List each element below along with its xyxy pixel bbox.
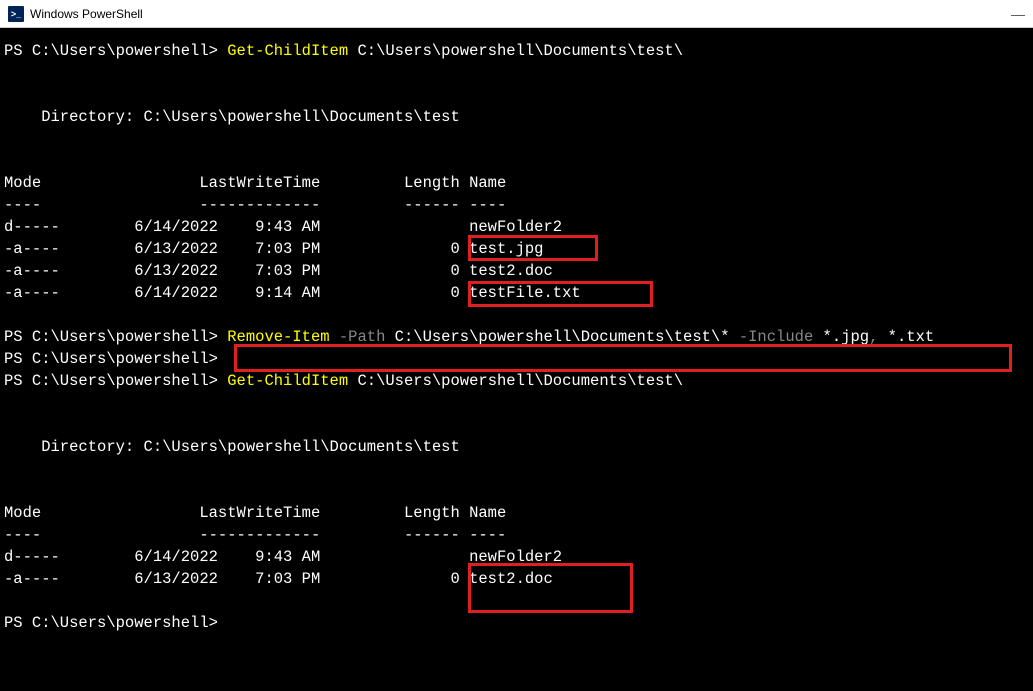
param: -Include <box>730 328 814 346</box>
cmd-arg: C:\Users\powershell\Documents\test\ <box>348 42 683 60</box>
prompt: PS C:\Users\powershell> <box>4 328 218 346</box>
prompt: PS C:\Users\powershell> <box>4 614 218 632</box>
cmdlet: Get-ChildItem <box>218 372 348 390</box>
table-header-sep: ---- ------------- ------ ---- <box>4 196 506 214</box>
cmd-arg: C:\Users\powershell\Documents\test\ <box>348 372 683 390</box>
highlight-box <box>234 344 1012 372</box>
comma: , <box>869 328 878 346</box>
prompt: PS C:\Users\powershell> <box>4 372 218 390</box>
table-header: Mode LastWriteTime Length Name <box>4 174 506 192</box>
directory-listing: d----- 6/14/2022 9:43 AM newFolder2 -a--… <box>4 548 562 588</box>
cmdlet: Get-ChildItem <box>218 42 348 60</box>
cmd-arg: C:\Users\powershell\Documents\test\* <box>385 328 729 346</box>
param: -Path <box>330 328 386 346</box>
cmdlet: Remove-Item <box>218 328 330 346</box>
table-header-sep: ---- ------------- ------ ---- <box>4 526 506 544</box>
directory-line: Directory: C:\Users\powershell\Documents… <box>4 108 460 126</box>
powershell-icon: >_ <box>8 6 24 22</box>
window-titlebar: >_ Windows PowerShell — <box>0 0 1033 28</box>
terminal-output[interactable]: PS C:\Users\powershell> Get-ChildItem C:… <box>0 28 1033 691</box>
prompt: PS C:\Users\powershell> <box>4 350 218 368</box>
cmd-arg: *.jpg <box>813 328 869 346</box>
directory-line: Directory: C:\Users\powershell\Documents… <box>4 438 460 456</box>
prompt: PS C:\Users\powershell> <box>4 42 218 60</box>
cmd-arg: *.txt <box>878 328 934 346</box>
window-title: Windows PowerShell <box>30 7 143 21</box>
directory-listing: d----- 6/14/2022 9:43 AM newFolder2 -a--… <box>4 218 581 302</box>
table-header: Mode LastWriteTime Length Name <box>4 504 506 522</box>
minimize-button[interactable]: — <box>1011 6 1025 22</box>
